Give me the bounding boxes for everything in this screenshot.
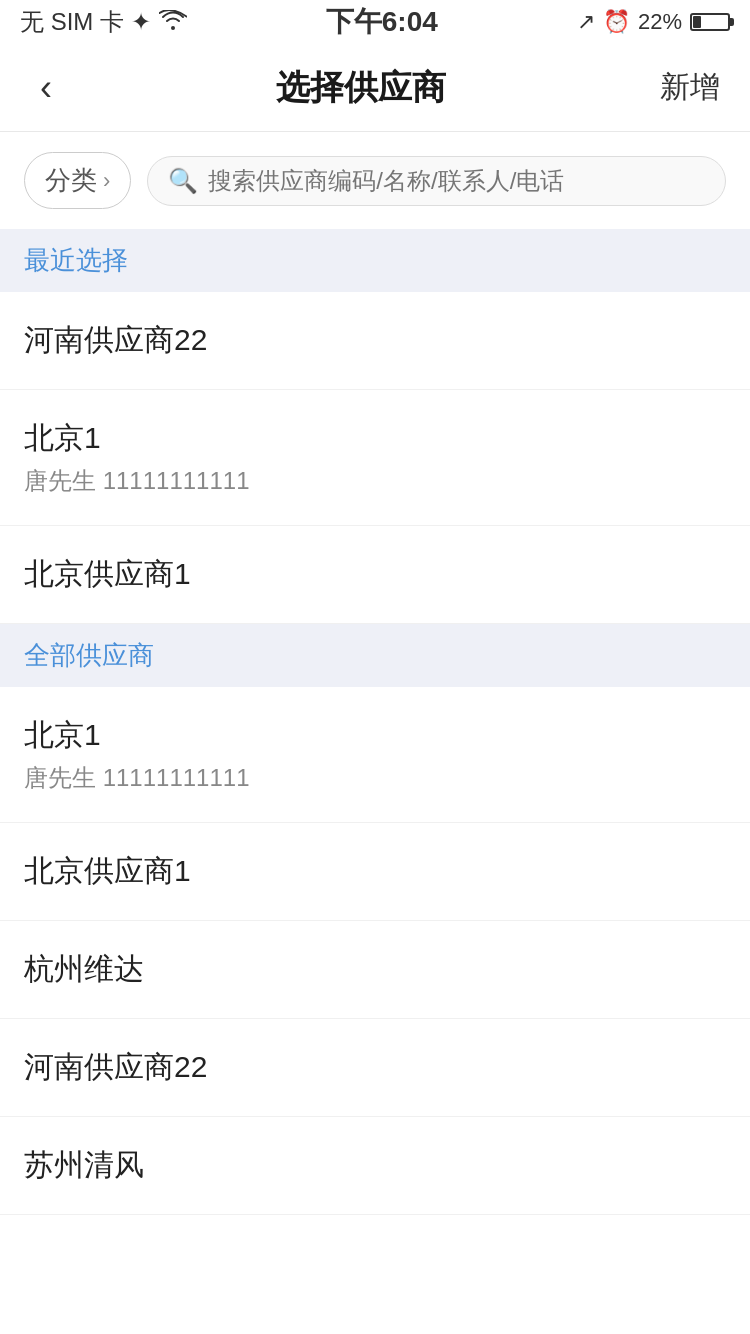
alarm-icon: ⏰: [603, 9, 630, 35]
all-section-label: 全部供应商: [24, 640, 154, 670]
status-time: 下午6:04: [326, 3, 438, 41]
item-name: 北京供应商1: [24, 554, 726, 595]
battery-icon: [690, 13, 730, 31]
location-icon: ↗: [577, 9, 595, 35]
item-name: 北京1: [24, 418, 726, 459]
list-item[interactable]: 杭州维达: [0, 921, 750, 1019]
recent-section-header: 最近选择: [0, 229, 750, 292]
list-item[interactable]: 河南供应商22: [0, 292, 750, 390]
list-item[interactable]: 河南供应商22: [0, 1019, 750, 1117]
recent-list: 河南供应商22 北京1 唐先生 11111111111 北京供应商1: [0, 292, 750, 624]
list-item[interactable]: 北京供应商1: [0, 823, 750, 921]
back-button[interactable]: ‹: [30, 57, 62, 119]
item-name: 河南供应商22: [24, 1047, 726, 1088]
item-name: 苏州清风: [24, 1145, 726, 1186]
list-item[interactable]: 北京1 唐先生 11111111111: [0, 390, 750, 526]
search-icon: 🔍: [168, 167, 198, 195]
search-box[interactable]: 🔍: [147, 156, 726, 206]
search-row: 分类 › 🔍: [0, 132, 750, 229]
search-input[interactable]: [208, 167, 705, 195]
category-label: 分类: [45, 163, 97, 198]
item-name: 北京供应商1: [24, 851, 726, 892]
no-sim-label: 无 SIM 卡 ✦: [20, 6, 151, 38]
battery-percent: 22%: [638, 9, 682, 35]
status-left: 无 SIM 卡 ✦: [20, 6, 187, 38]
item-sub: 唐先生 11111111111: [24, 465, 726, 497]
page-title: 选择供应商: [276, 65, 446, 111]
status-right: ↗ ⏰ 22%: [577, 9, 730, 35]
list-item[interactable]: 北京1 唐先生 11111111111: [0, 687, 750, 823]
status-bar: 无 SIM 卡 ✦ 下午6:04 ↗ ⏰ 22%: [0, 0, 750, 44]
all-section-header: 全部供应商: [0, 624, 750, 687]
chevron-right-icon: ›: [103, 168, 110, 194]
wifi-icon: [159, 8, 187, 36]
nav-bar: ‹ 选择供应商 新增: [0, 44, 750, 132]
all-list: 北京1 唐先生 11111111111 北京供应商1 杭州维达河南供应商22 苏州清风: [0, 687, 750, 1215]
item-name: 杭州维达: [24, 949, 726, 990]
list-item[interactable]: 北京供应商1: [0, 526, 750, 624]
category-button[interactable]: 分类 ›: [24, 152, 131, 209]
item-name: 河南供应商22: [24, 320, 726, 361]
item-name: 北京1: [24, 715, 726, 756]
recent-section-label: 最近选择: [24, 245, 128, 275]
item-sub: 唐先生 11111111111: [24, 762, 726, 794]
list-item[interactable]: 苏州清风: [0, 1117, 750, 1215]
add-button[interactable]: 新增: [660, 67, 720, 108]
